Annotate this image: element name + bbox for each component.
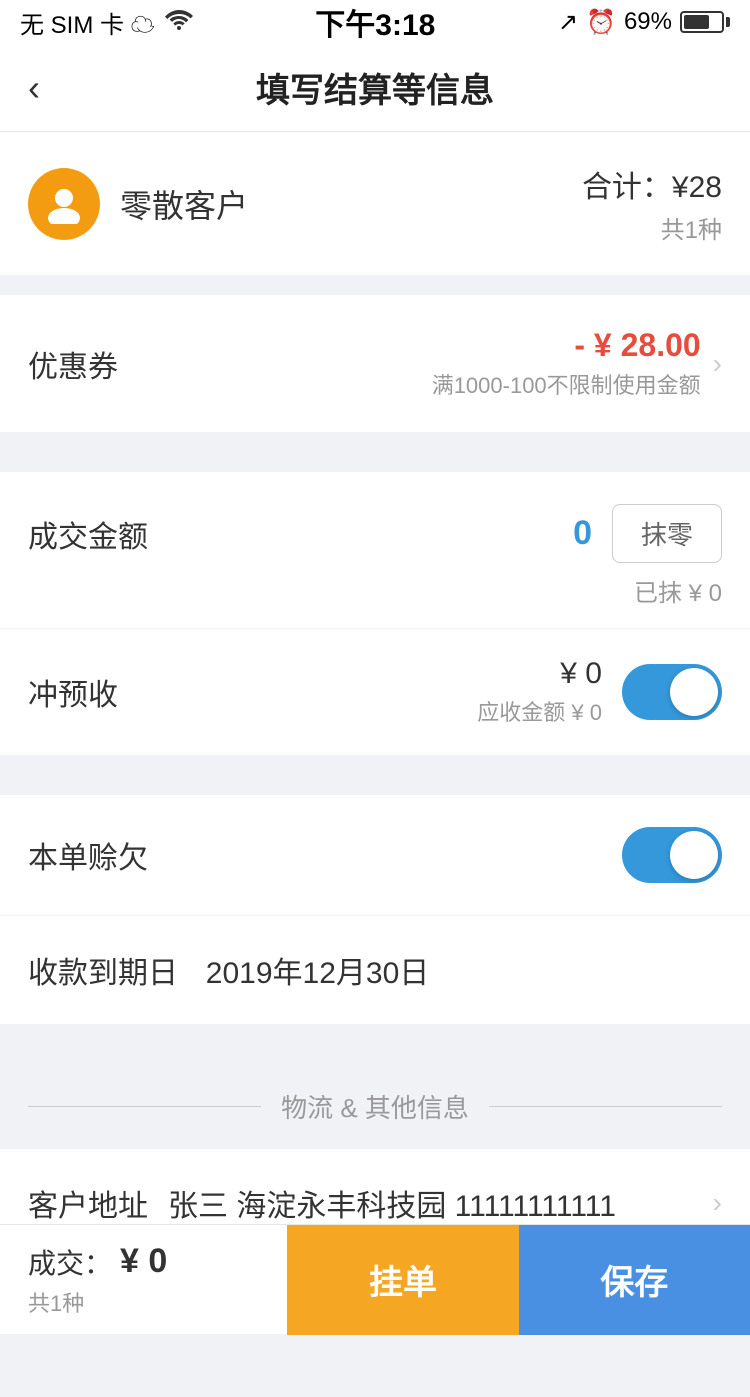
bottom-summary: 成交： ¥ 0 共1种: [0, 1242, 287, 1318]
advance-right: ¥ 0 应收金额 ¥ 0: [477, 657, 722, 727]
transaction-label: 成交金额: [28, 512, 148, 556]
address-value: 张三 海淀永丰科技园 11111111111: [168, 1181, 709, 1225]
customer-right: 合计：¥28 共1种: [582, 162, 722, 245]
hang-button[interactable]: 挂单: [287, 1225, 518, 1335]
avatar: [28, 168, 100, 240]
battery-pct: 69%: [624, 8, 672, 36]
alarm-icon: ⏰: [586, 8, 616, 37]
battery-icon: [680, 11, 730, 33]
coupon-row[interactable]: 优惠券 - ¥ 28.00 满1000-100不限制使用金额 ›: [0, 295, 750, 432]
round-button[interactable]: 抹零: [612, 504, 722, 563]
debt-toggle-knob: [670, 831, 718, 879]
bottom-bar: 成交： ¥ 0 共1种 挂单 保存: [0, 1224, 750, 1334]
debt-card: 本单赊欠 收款到期日 2019年12月30日: [0, 795, 750, 1024]
debt-label: 本单赊欠: [28, 833, 148, 877]
customer-card: 零散客户 合计：¥28 共1种: [0, 132, 750, 275]
bottom-deal-amount: ¥ 0: [120, 1242, 167, 1281]
advance-main-amount: ¥ 0: [477, 657, 602, 691]
duedate-value: 2019年12月30日: [206, 957, 429, 990]
total-count: 共1种: [582, 210, 722, 245]
duedate-label: 收款到期日: [28, 957, 178, 990]
section-separator-1: [0, 452, 750, 472]
logistics-label: 物流 & 其他信息: [281, 1088, 469, 1125]
amount-right: 0 抹零: [573, 504, 722, 563]
advance-sub-amount: 应收金额 ¥ 0: [477, 695, 602, 727]
coupon-label: 优惠券: [28, 342, 118, 386]
advance-amounts: ¥ 0 应收金额 ¥ 0: [477, 657, 602, 727]
advance-row: 冲预收 ¥ 0 应收金额 ¥ 0: [0, 628, 750, 755]
advance-label: 冲预收: [28, 670, 118, 714]
transaction-sub: 已抹 ¥ 0: [0, 573, 750, 628]
bottom-deal: 成交： ¥ 0: [28, 1242, 259, 1282]
status-time: 下午3:18: [315, 0, 435, 44]
bottom-count: 共1种: [28, 1286, 259, 1318]
location-icon: ↗: [558, 8, 578, 37]
coupon-chevron-icon: ›: [713, 348, 722, 380]
section-separator-2: [0, 775, 750, 795]
debt-toggle[interactable]: [622, 827, 722, 883]
nav-bar: ‹ 填写结算等信息: [0, 44, 750, 132]
customer-left: 零散客户: [28, 168, 248, 240]
advance-toggle-knob: [670, 668, 718, 716]
advance-toggle[interactable]: [622, 664, 722, 720]
customer-row: 零散客户 合计：¥28 共1种: [0, 132, 750, 275]
status-left: 无 SIM 卡 ☁: [20, 5, 193, 40]
total-amount: 合计：¥28: [582, 162, 722, 206]
logistics-line-left: [28, 1106, 261, 1107]
bottom-deal-label: 成交：: [28, 1242, 112, 1282]
transaction-value: 0: [573, 514, 592, 553]
address-chevron-icon: ›: [713, 1187, 722, 1219]
status-bar: 无 SIM 卡 ☁ 下午3:18 ↗ ⏰ 69%: [0, 0, 750, 44]
logistics-line-right: [489, 1106, 722, 1107]
coupon-card[interactable]: 优惠券 - ¥ 28.00 满1000-100不限制使用金额 ›: [0, 295, 750, 432]
back-button[interactable]: ‹: [28, 67, 40, 109]
page-title: 填写结算等信息: [256, 63, 494, 112]
logistics-header: 物流 & 其他信息: [0, 1064, 750, 1149]
debt-row: 本单赊欠: [0, 795, 750, 915]
customer-name: 零散客户: [120, 181, 248, 227]
status-right: ↗ ⏰ 69%: [558, 8, 730, 37]
duedate-row: 收款到期日 2019年12月30日: [0, 915, 750, 1024]
coupon-right: - ¥ 28.00 满1000-100不限制使用金额 ›: [432, 327, 722, 400]
section-separator-3: [0, 1044, 750, 1064]
coupon-description: 满1000-100不限制使用金额: [432, 368, 701, 400]
wifi-icon: [165, 8, 193, 37]
coupon-amount: - ¥ 28.00: [432, 327, 701, 364]
content: 零散客户 合计：¥28 共1种 优惠券 - ¥ 28.00 满1000-100不…: [0, 132, 750, 1397]
no-sim-label: 无 SIM 卡 ☁: [20, 5, 155, 40]
save-button[interactable]: 保存: [519, 1225, 750, 1335]
address-label: 客户地址: [28, 1181, 148, 1225]
transaction-card: 成交金额 0 抹零 已抹 ¥ 0 冲预收 ¥ 0 应收金额 ¥ 0: [0, 472, 750, 755]
transaction-amount-row: 成交金额 0 抹零: [0, 472, 750, 573]
